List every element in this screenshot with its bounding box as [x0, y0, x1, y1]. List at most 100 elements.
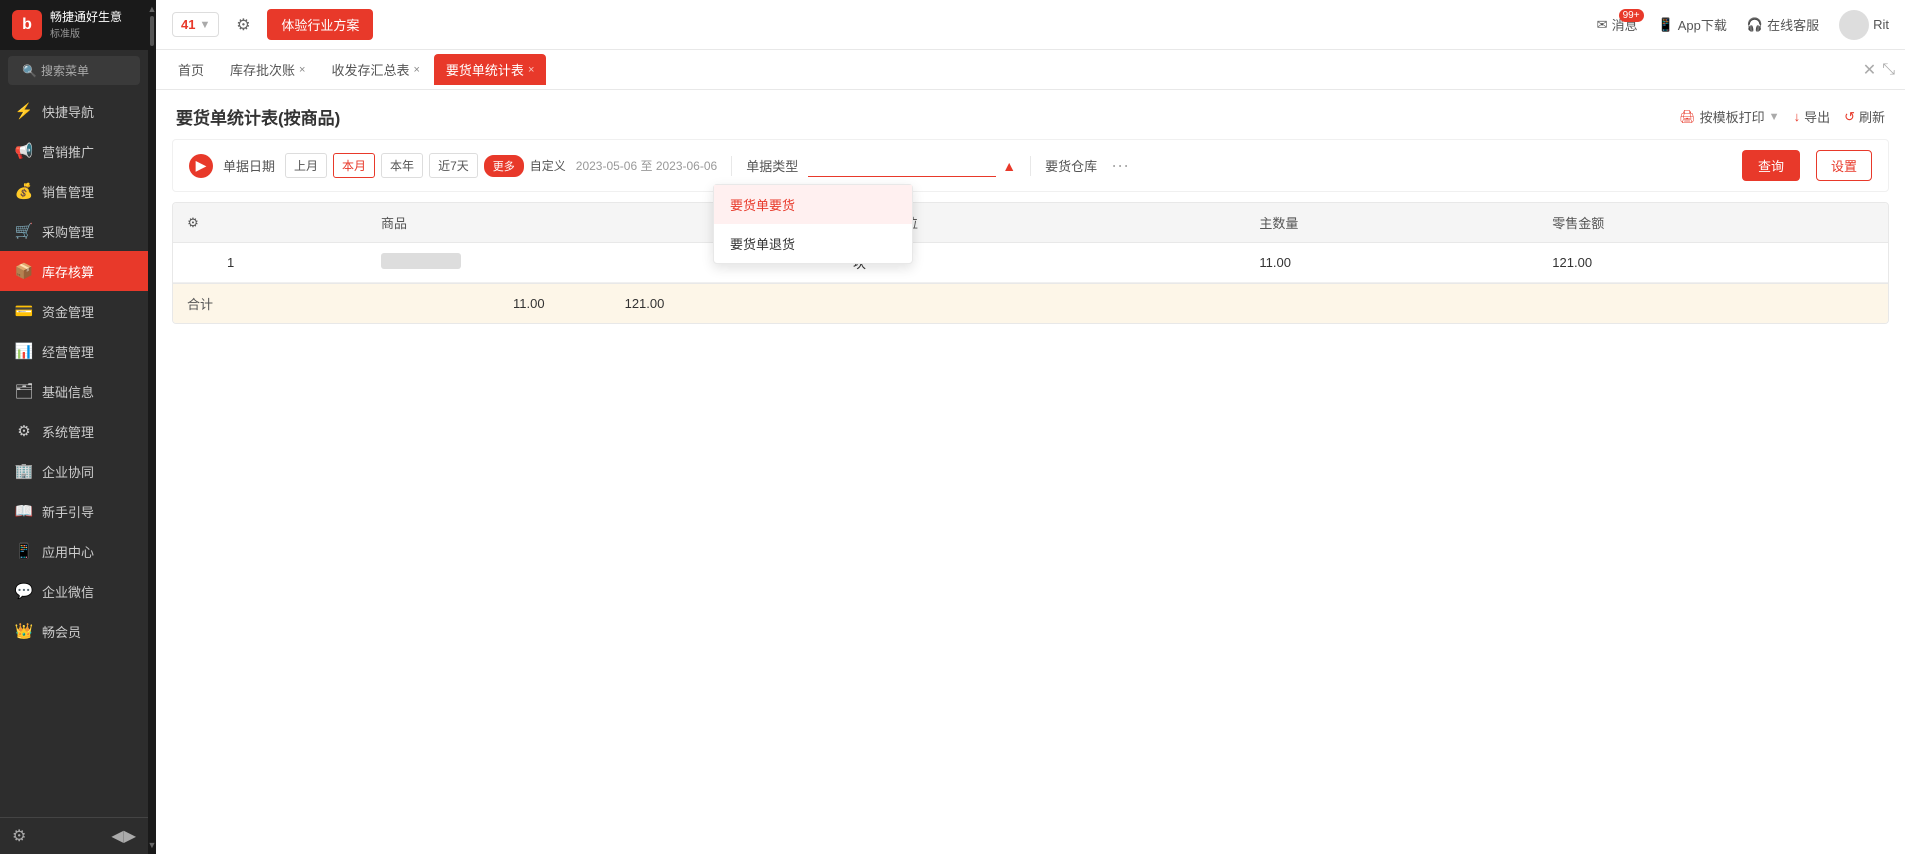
export-icon: ↓ — [1794, 109, 1801, 124]
messages-btn[interactable]: ✉ 消息 99+ — [1597, 15, 1638, 34]
type-filter-label: 单据类型 — [746, 156, 798, 175]
sidebar-label-vip: 畅会员 — [42, 622, 81, 641]
type-select-wrapper: ▲ — [808, 155, 1016, 177]
header-actions: 🖨 按模板打印 ▼ ↓ 导出 ↺ 刷新 — [1679, 107, 1885, 126]
close-all-icon[interactable]: ✕ — [1863, 60, 1876, 80]
print-btn[interactable]: 🖨 按模板打印 ▼ — [1679, 107, 1779, 126]
sidebar-item-quick-nav[interactable]: ⚡ 快捷导航 — [0, 91, 148, 131]
type-dropdown: 要货单要货 要货单退货 — [713, 184, 913, 264]
sidebar-item-purchase[interactable]: 🛒 采购管理 — [0, 211, 148, 251]
search-menu-btn[interactable]: 🔍 搜索菜单 — [8, 56, 140, 85]
cell-num: 1 — [213, 243, 367, 283]
sidebar: b 畅捷通好生意 标准版 🔍 搜索菜单 ⚡ 快捷导航 📢 营销推广 💰 销售管理… — [0, 0, 148, 854]
main-container: 41 ▼ ⚙ 体验行业方案 ✉ 消息 99+ 📱 App下载 🎧 在线客服 R — [156, 0, 1905, 854]
date-btn-this-year[interactable]: 本年 — [381, 153, 423, 178]
app-download-btn[interactable]: 📱 App下载 — [1658, 15, 1727, 34]
date-filter-label: 单据日期 — [223, 156, 275, 175]
warehouse-filter-label: 要货仓库 — [1045, 156, 1097, 175]
warehouse-more-icon[interactable]: ··· — [1111, 155, 1129, 176]
sidebar-label-operations: 经营管理 — [42, 342, 94, 361]
finance-icon: 💳 — [14, 301, 34, 321]
inventory-icon: 📦 — [14, 261, 34, 281]
system-icon: ⚙ — [14, 421, 34, 441]
tab-home-label: 首页 — [178, 60, 204, 79]
tab-order-stats[interactable]: 要货单统计表 × — [434, 54, 546, 85]
sidebar-item-system[interactable]: ⚙ 系统管理 — [0, 411, 148, 451]
sidebar-item-marketing[interactable]: 📢 营销推广 — [0, 131, 148, 171]
online-service-btn[interactable]: 🎧 在线客服 — [1747, 15, 1819, 34]
type-select-chevron-up-icon[interactable]: ▲ — [1002, 158, 1016, 174]
headset-icon: 🎧 — [1747, 17, 1763, 33]
sidebar-label-purchase: 采购管理 — [42, 222, 94, 241]
col-settings-icon[interactable]: ⚙ — [187, 215, 199, 230]
date-btn-7days[interactable]: 近7天 — [429, 153, 478, 178]
date-range-text: 2023-05-06 至 2023-06-06 — [576, 157, 717, 174]
gear-btn[interactable]: ⚙ — [229, 11, 257, 39]
table-row: 1 块 11.00 121.00 — [173, 243, 1888, 283]
table-body: 1 块 11.00 121.00 — [173, 243, 1888, 283]
setting-btn[interactable]: 设置 — [1816, 150, 1872, 181]
tabbar: 首页 库存批次账 × 收发存汇总表 × 要货单统计表 × ✕ ⤡ — [156, 50, 1905, 90]
sidebar-footer: ⚙ ◀▶ — [0, 817, 148, 854]
avatar-img — [1839, 10, 1869, 40]
type-select-input[interactable] — [808, 155, 996, 177]
expand-icon[interactable]: ⤡ — [1882, 61, 1895, 79]
tab-order-stats-label: 要货单统计表 — [446, 60, 524, 79]
sidebar-item-app-center[interactable]: 📱 应用中心 — [0, 531, 148, 571]
sidebar-label-system: 系统管理 — [42, 422, 94, 441]
date-btn-this-month[interactable]: 本月 — [333, 153, 375, 178]
dropdown-item-yaohuodanyaohuo[interactable]: 要货单要货 — [714, 185, 912, 224]
topbar: 41 ▼ ⚙ 体验行业方案 ✉ 消息 99+ 📱 App下载 🎧 在线客服 R — [156, 0, 1905, 50]
date-custom-btn[interactable]: 自定义 — [530, 157, 566, 174]
print-label: 按模板打印 — [1700, 107, 1765, 126]
sidebar-item-finance[interactable]: 💳 资金管理 — [0, 291, 148, 331]
tab-receipt-label: 收发存汇总表 — [331, 60, 409, 79]
sidebar-item-wechat[interactable]: 💬 企业微信 — [0, 571, 148, 611]
tab-order-close-icon[interactable]: × — [528, 64, 534, 76]
wechat-icon: 💬 — [14, 581, 34, 601]
th-settings[interactable]: ⚙ — [173, 203, 213, 243]
tab-home[interactable]: 首页 — [166, 54, 216, 85]
cell-settings — [173, 243, 213, 283]
refresh-btn[interactable]: ↺ 刷新 — [1844, 107, 1885, 126]
date-btn-more[interactable]: 更多 — [484, 155, 524, 177]
dropdown-item-yaohuodantuihuo[interactable]: 要货单退货 — [714, 224, 912, 263]
collapse-btn[interactable]: ◀▶ — [111, 826, 136, 846]
sidebar-item-basics[interactable]: 🗂 基础信息 — [0, 371, 148, 411]
tabbar-actions: ✕ ⤡ — [1863, 60, 1895, 80]
trial-btn[interactable]: 体验行业方案 — [267, 9, 373, 40]
data-table: ⚙ 商品 主计量单位 主数量 零售金额 1 — [173, 203, 1888, 283]
filter-bar: ▶ 单据日期 上月 本月 本年 近7天 更多 自定义 2023-05-06 至 … — [172, 139, 1889, 192]
tab-batch-account-label: 库存批次账 — [230, 60, 295, 79]
sidebar-item-sales[interactable]: 💰 销售管理 — [0, 171, 148, 211]
export-btn[interactable]: ↓ 导出 — [1794, 107, 1831, 126]
date-btn-last-month[interactable]: 上月 — [285, 153, 327, 178]
tab-batch-close-icon[interactable]: × — [299, 64, 305, 76]
operations-icon: 📊 — [14, 341, 34, 361]
page-content: 要货单统计表(按商品) 🖨 按模板打印 ▼ ↓ 导出 ↺ 刷新 ▶ — [156, 90, 1905, 854]
sidebar-label-enterprise: 企业协同 — [42, 462, 94, 481]
sidebar-item-inventory[interactable]: 📦 库存核算 — [0, 251, 148, 291]
sidebar-nav: ⚡ 快捷导航 📢 营销推广 💰 销售管理 🛒 采购管理 📦 库存核算 💳 资金管… — [0, 91, 148, 817]
tab-receipt-close-icon[interactable]: × — [413, 64, 419, 76]
query-btn[interactable]: 查询 — [1742, 150, 1800, 181]
app-version: 标准版 — [50, 25, 122, 40]
settings-btn[interactable]: ⚙ — [12, 826, 26, 846]
quick-nav-icon: ⚡ — [14, 101, 34, 121]
sidebar-label-marketing: 营销推广 — [42, 142, 94, 161]
tab-receipt-summary[interactable]: 收发存汇总表 × — [319, 54, 431, 85]
print-chevron-icon: ▼ — [1769, 111, 1780, 123]
online-service-label: 在线客服 — [1767, 15, 1819, 34]
sidebar-item-operations[interactable]: 📊 经营管理 — [0, 331, 148, 371]
tab-batch-account[interactable]: 库存批次账 × — [218, 54, 317, 85]
sidebar-item-enterprise[interactable]: 🏢 企业协同 — [0, 451, 148, 491]
store-num: 41 — [181, 17, 195, 32]
user-avatar[interactable]: Rit — [1839, 10, 1889, 40]
app-center-icon: 📱 — [14, 541, 34, 561]
sidebar-item-vip[interactable]: 👑 畅会员 — [0, 611, 148, 651]
store-selector[interactable]: 41 ▼ — [172, 12, 219, 37]
sidebar-item-guide[interactable]: 📖 新手引导 — [0, 491, 148, 531]
filter-expand-btn[interactable]: ▶ — [189, 154, 213, 178]
sidebar-label-guide: 新手引导 — [42, 502, 94, 521]
export-label: 导出 — [1804, 107, 1830, 126]
